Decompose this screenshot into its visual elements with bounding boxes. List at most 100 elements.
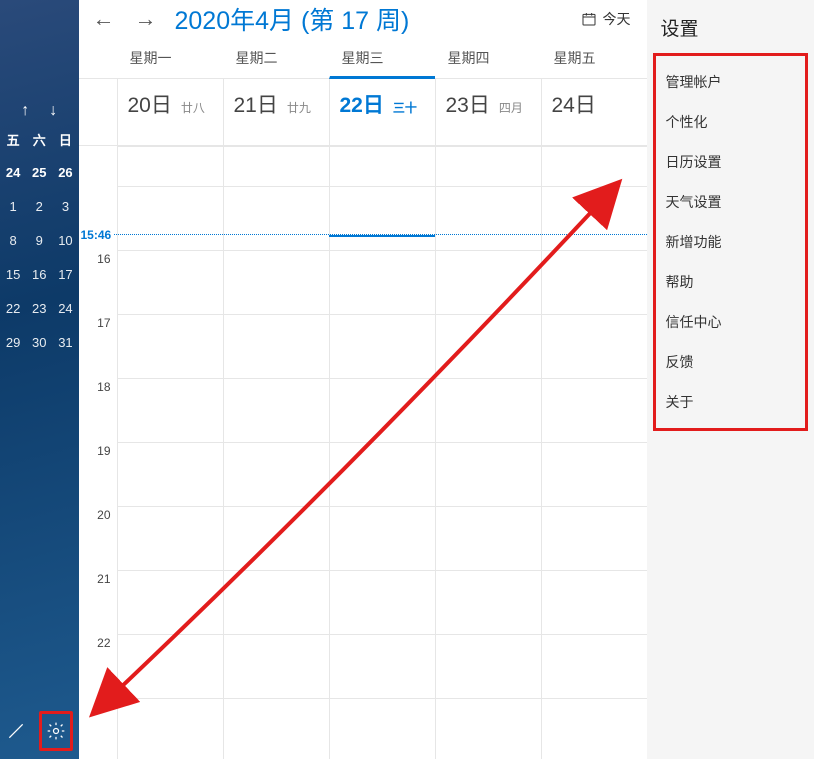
time-cell[interactable] [329,442,435,506]
settings-item[interactable]: 新增功能 [656,222,806,262]
time-cell[interactable] [329,570,435,634]
time-cell[interactable] [329,314,435,378]
mini-cal-up-icon[interactable]: ↑ [21,102,29,120]
prev-week-button[interactable]: ← [87,6,121,32]
next-week-button[interactable]: → [129,6,163,32]
mini-date-cell[interactable]: 29 [0,335,26,350]
mini-date-cell[interactable]: 24 [0,165,26,180]
time-cell[interactable] [117,634,223,698]
settings-title: 设置 [647,10,814,53]
time-cell[interactable] [435,506,541,570]
sidebar-button[interactable] [0,711,33,751]
time-row[interactable]: 18 [79,378,647,442]
time-cell[interactable] [541,442,647,506]
mini-date-cell[interactable]: 17 [52,267,78,282]
mini-date-cell[interactable]: 10 [52,233,78,248]
day-header[interactable]: 星期五 [541,38,647,78]
mini-date-cell[interactable]: 3 [52,199,78,214]
time-cell[interactable] [223,698,329,759]
time-row[interactable]: 21 [79,570,647,634]
settings-item[interactable]: 信任中心 [656,302,806,342]
mini-date-cell[interactable]: 22 [0,301,26,316]
time-cell[interactable] [223,506,329,570]
settings-panel: 设置 管理帐户个性化日历设置天气设置新增功能帮助信任中心反馈关于 [647,0,814,759]
time-cell[interactable] [117,314,223,378]
time-cell[interactable] [329,378,435,442]
settings-item[interactable]: 日历设置 [656,142,806,182]
day-header[interactable]: 星期一 [117,38,223,78]
time-cell[interactable] [223,442,329,506]
time-cell[interactable] [223,250,329,314]
mini-date-cell[interactable]: 31 [52,335,78,350]
mini-cal-down-icon[interactable]: ↓ [49,102,57,120]
hour-label: 20 [79,506,117,570]
time-cell[interactable] [329,634,435,698]
mini-date-cell[interactable]: 1 [0,199,26,214]
mini-day-header: 日 [52,130,78,149]
time-cell[interactable] [117,378,223,442]
time-cell[interactable] [541,634,647,698]
time-cell[interactable] [435,442,541,506]
mini-date-cell[interactable]: 30 [26,335,52,350]
today-button[interactable]: 今天 [573,5,639,33]
time-cell[interactable] [541,570,647,634]
mini-date-cell[interactable]: 24 [52,301,78,316]
settings-item[interactable]: 个性化 [656,102,806,142]
time-cell[interactable] [435,698,541,759]
time-row[interactable]: 23 [79,698,647,759]
mini-date-cell[interactable]: 26 [52,165,78,180]
time-cell[interactable] [435,378,541,442]
time-row[interactable]: 19 [79,442,647,506]
settings-item[interactable]: 反馈 [656,342,806,382]
day-date-cell[interactable]: 24日 [541,79,647,145]
time-row[interactable]: 22 [79,634,647,698]
day-date-cell[interactable]: 21日 廿九 [223,79,329,145]
hour-label: 23 [79,698,117,759]
settings-item[interactable]: 关于 [656,382,806,422]
time-cell[interactable] [435,634,541,698]
settings-item[interactable]: 管理帐户 [656,62,806,102]
time-grid[interactable]: 161718192021222315:46 [79,146,647,759]
time-cell[interactable] [329,506,435,570]
time-cell[interactable] [329,250,435,314]
mini-day-header: 六 [26,130,52,149]
time-cell[interactable] [541,314,647,378]
time-cell[interactable] [223,314,329,378]
time-cell[interactable] [117,506,223,570]
time-cell[interactable] [541,378,647,442]
settings-item[interactable]: 帮助 [656,262,806,302]
settings-item[interactable]: 天气设置 [656,182,806,222]
day-header[interactable]: 星期四 [435,38,541,78]
time-cell[interactable] [435,314,541,378]
mini-date-cell[interactable]: 15 [0,267,26,282]
time-cell[interactable] [223,378,329,442]
mini-date-cell[interactable]: 8 [0,233,26,248]
time-cell[interactable] [223,570,329,634]
time-cell[interactable] [435,250,541,314]
time-cell[interactable] [541,698,647,759]
time-row[interactable]: 16 [79,250,647,314]
mini-date-cell[interactable]: 9 [26,233,52,248]
day-date-cell[interactable]: 23日 四月 [435,79,541,145]
day-date-cell[interactable]: 20日 廿八 [117,79,223,145]
time-cell[interactable] [435,570,541,634]
mini-date-cell[interactable]: 16 [26,267,52,282]
time-cell[interactable] [541,506,647,570]
time-cell[interactable] [117,442,223,506]
time-cell[interactable] [117,698,223,759]
calendar-main: ← → 2020年4月 (第 17 周) 今天 星期一 星期二 星期三 星期四 … [79,0,647,759]
mini-date-cell[interactable]: 23 [26,301,52,316]
day-header[interactable]: 星期三 [329,38,435,79]
mini-date-cell[interactable]: 2 [26,199,52,214]
day-header[interactable]: 星期二 [223,38,329,78]
time-cell[interactable] [117,570,223,634]
time-cell[interactable] [117,250,223,314]
time-row[interactable]: 20 [79,506,647,570]
settings-button[interactable] [39,711,73,751]
time-cell[interactable] [329,698,435,759]
time-cell[interactable] [541,250,647,314]
mini-date-cell[interactable]: 25 [26,165,52,180]
day-date-cell[interactable]: 22日 三十 [329,79,435,145]
time-row[interactable]: 17 [79,314,647,378]
time-cell[interactable] [223,634,329,698]
